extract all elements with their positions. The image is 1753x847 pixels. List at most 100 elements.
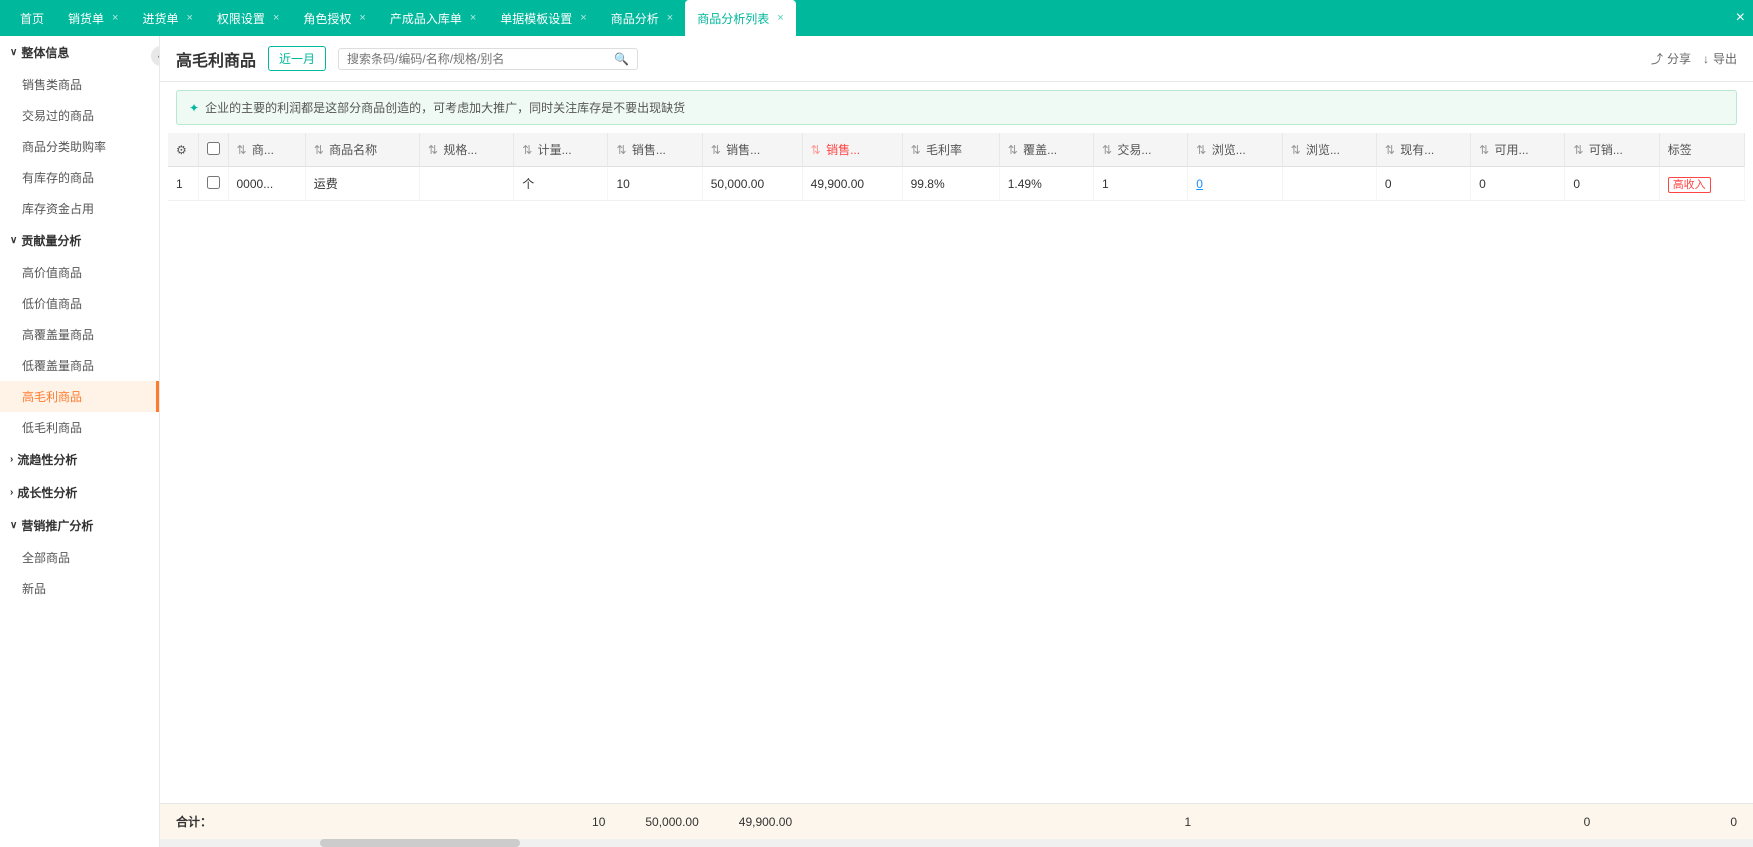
close-icon[interactable]: × — [112, 12, 118, 24]
col-sort-icon[interactable]: ⇅ — [237, 143, 247, 157]
col-sort-icon[interactable]: ⇅ — [616, 143, 626, 157]
sidebar-group-growth[interactable]: › 成长性分析 — [0, 476, 159, 509]
col-sort-icon[interactable]: ⇅ — [911, 143, 921, 157]
close-icon[interactable]: × — [470, 12, 476, 24]
tab-product-analysis[interactable]: 商品分析 × — [599, 0, 685, 36]
col-sort-icon[interactable]: ⇅ — [428, 143, 438, 157]
col-checkbox[interactable] — [198, 133, 228, 167]
content-header: 高毛利商品 近一月 🔍 ⤴ 分享 ↓ 导出 — [160, 36, 1753, 82]
close-icon[interactable]: × — [667, 12, 673, 24]
row-checkbox[interactable] — [207, 176, 220, 189]
chevron-down-icon: ∨ — [10, 235, 17, 246]
tab-template-settings[interactable]: 单据模板设置 × — [488, 0, 598, 36]
chevron-right-icon: › — [10, 454, 13, 465]
horizontal-scrollbar[interactable] — [160, 839, 1753, 847]
export-button[interactable]: ↓ 导出 — [1703, 50, 1737, 67]
col-sort-icon[interactable]: ⇅ — [1102, 143, 1112, 157]
col-sort-icon[interactable]: ⇅ — [1196, 143, 1206, 157]
tab-permission-settings[interactable]: 权限设置 × — [205, 0, 291, 36]
cell-browse1[interactable]: 0 — [1188, 167, 1282, 201]
cell-transaction: 1 — [1094, 167, 1188, 201]
col-stock-sell: ⇅ 可销... — [1565, 133, 1659, 167]
chevron-down-icon: ∨ — [10, 520, 17, 531]
col-code: ⇅ 商... — [228, 133, 305, 167]
tab-sales-order[interactable]: 销货单 × — [56, 0, 130, 36]
col-sort-icon[interactable]: ⇅ — [1291, 143, 1301, 157]
sidebar-item-new-products[interactable]: 新品 — [0, 573, 159, 604]
footer-stock-sell: 0 — [1730, 815, 1737, 829]
col-stock-avail: ⇅ 可用... — [1471, 133, 1565, 167]
sidebar-item-in-stock-goods[interactable]: 有库存的商品 — [0, 162, 159, 193]
tab-home[interactable]: 首页 — [8, 0, 56, 36]
col-tag: 标签 — [1659, 133, 1744, 167]
close-icon[interactable]: × — [580, 12, 586, 24]
sidebar-item-low-coverage[interactable]: 低覆盖量商品 — [0, 350, 159, 381]
col-spec: ⇅ 规格... — [419, 133, 513, 167]
sidebar-item-low-value[interactable]: 低价值商品 — [0, 288, 159, 319]
tab-finished-goods[interactable]: 产成品入库单 × — [378, 0, 488, 36]
scrollbar-thumb[interactable] — [320, 839, 520, 847]
tab-role-auth[interactable]: 角色授权 × — [291, 0, 377, 36]
cell-stock-cur: 0 — [1376, 167, 1470, 201]
browse1-link[interactable]: 0 — [1196, 177, 1203, 191]
time-filter-button[interactable]: 近一月 — [268, 46, 326, 71]
tab-purchase-order[interactable]: 进货单 × — [130, 0, 204, 36]
search-input[interactable] — [347, 52, 608, 66]
close-icon[interactable]: × — [359, 12, 365, 24]
sidebar-group-marketing[interactable]: ∨ 营销推广分析 — [0, 509, 159, 542]
cell-sales-qty: 10 — [608, 167, 702, 201]
info-icon: ✦ — [189, 101, 199, 115]
col-sort-icon[interactable]: ⇅ — [1573, 143, 1583, 157]
main-layout: « ∨ 整体信息 销售类商品 交易过的商品 商品分类助购率 有库存的商品 库存资… — [0, 36, 1753, 847]
col-sort-icon[interactable]: ⇅ — [1385, 143, 1395, 157]
sidebar-item-high-margin[interactable]: 高毛利商品 — [0, 381, 159, 412]
info-message: 企业的主要的利润都是这部分商品创造的，可考虑加大推广，同时关注库存是不要出现缺货 — [205, 99, 685, 116]
cell-checkbox[interactable] — [198, 167, 228, 201]
table-header-row: ⚙ ⇅ 商... ⇅ 商品名称 — [168, 133, 1745, 167]
sidebar-item-traded-goods[interactable]: 交易过的商品 — [0, 100, 159, 131]
sidebar-group-contribution[interactable]: ∨ 贡献量分析 — [0, 224, 159, 257]
sidebar-item-low-margin[interactable]: 低毛利商品 — [0, 412, 159, 443]
col-settings[interactable]: ⚙ — [168, 133, 198, 167]
sidebar-item-sales-goods[interactable]: 销售类商品 — [0, 69, 159, 100]
col-margin-rate: ⇅ 毛利率 — [902, 133, 999, 167]
footer-stock-cur: 0 — [1584, 815, 1591, 829]
page-title: 高毛利商品 — [176, 47, 256, 71]
chevron-right-icon: › — [10, 487, 13, 498]
sidebar-item-high-coverage[interactable]: 高覆盖量商品 — [0, 319, 159, 350]
data-table: ⚙ ⇅ 商... ⇅ 商品名称 — [168, 133, 1745, 201]
close-icon[interactable]: × — [273, 12, 279, 24]
settings-icon[interactable]: ⚙ — [176, 143, 187, 157]
col-sort-icon[interactable]: ⇅ — [314, 143, 324, 157]
col-stock-cur: ⇅ 现有... — [1376, 133, 1470, 167]
col-sort-icon[interactable]: ⇅ — [711, 143, 721, 157]
table-wrapper[interactable]: ⚙ ⇅ 商... ⇅ 商品名称 — [160, 133, 1753, 803]
cell-margin-rate: 99.8% — [902, 167, 999, 201]
window-close-button[interactable]: × — [1736, 9, 1745, 27]
col-sales-qty: ⇅ 销售... — [608, 133, 702, 167]
top-navigation: 首页 销货单 × 进货单 × 权限设置 × 角色授权 × 产成品入库单 × 单据… — [0, 0, 1753, 36]
cell-spec — [419, 167, 513, 201]
footer-sales-amount: 50,000.00 — [645, 815, 698, 829]
sidebar-group-overview[interactable]: ∨ 整体信息 — [0, 36, 159, 69]
col-sort-icon[interactable]: ⇅ — [811, 143, 821, 157]
search-icon[interactable]: 🔍 — [614, 52, 629, 66]
export-icon: ↓ — [1703, 52, 1709, 66]
cell-index: 1 — [168, 167, 198, 201]
select-all-checkbox[interactable] — [207, 142, 220, 155]
footer-transaction: 1 — [1185, 815, 1192, 829]
share-button[interactable]: ⤴ 分享 — [1651, 50, 1691, 67]
footer-sales-qty: 10 — [592, 815, 605, 829]
sidebar-item-category-purchase-rate[interactable]: 商品分类助购率 — [0, 131, 159, 162]
sidebar-item-all-goods[interactable]: 全部商品 — [0, 542, 159, 573]
col-sort-icon[interactable]: ⇅ — [1008, 143, 1018, 157]
sidebar: « ∨ 整体信息 销售类商品 交易过的商品 商品分类助购率 有库存的商品 库存资… — [0, 36, 160, 847]
col-sort-icon[interactable]: ⇅ — [522, 143, 532, 157]
col-sort-icon[interactable]: ⇅ — [1479, 143, 1489, 157]
sidebar-item-stock-capital[interactable]: 库存资金占用 — [0, 193, 159, 224]
sidebar-item-high-value[interactable]: 高价值商品 — [0, 257, 159, 288]
close-icon[interactable]: × — [777, 12, 783, 24]
tab-product-analysis-list[interactable]: 商品分析列表 × — [685, 0, 795, 36]
sidebar-group-trend[interactable]: › 流趋性分析 — [0, 443, 159, 476]
close-icon[interactable]: × — [186, 12, 192, 24]
